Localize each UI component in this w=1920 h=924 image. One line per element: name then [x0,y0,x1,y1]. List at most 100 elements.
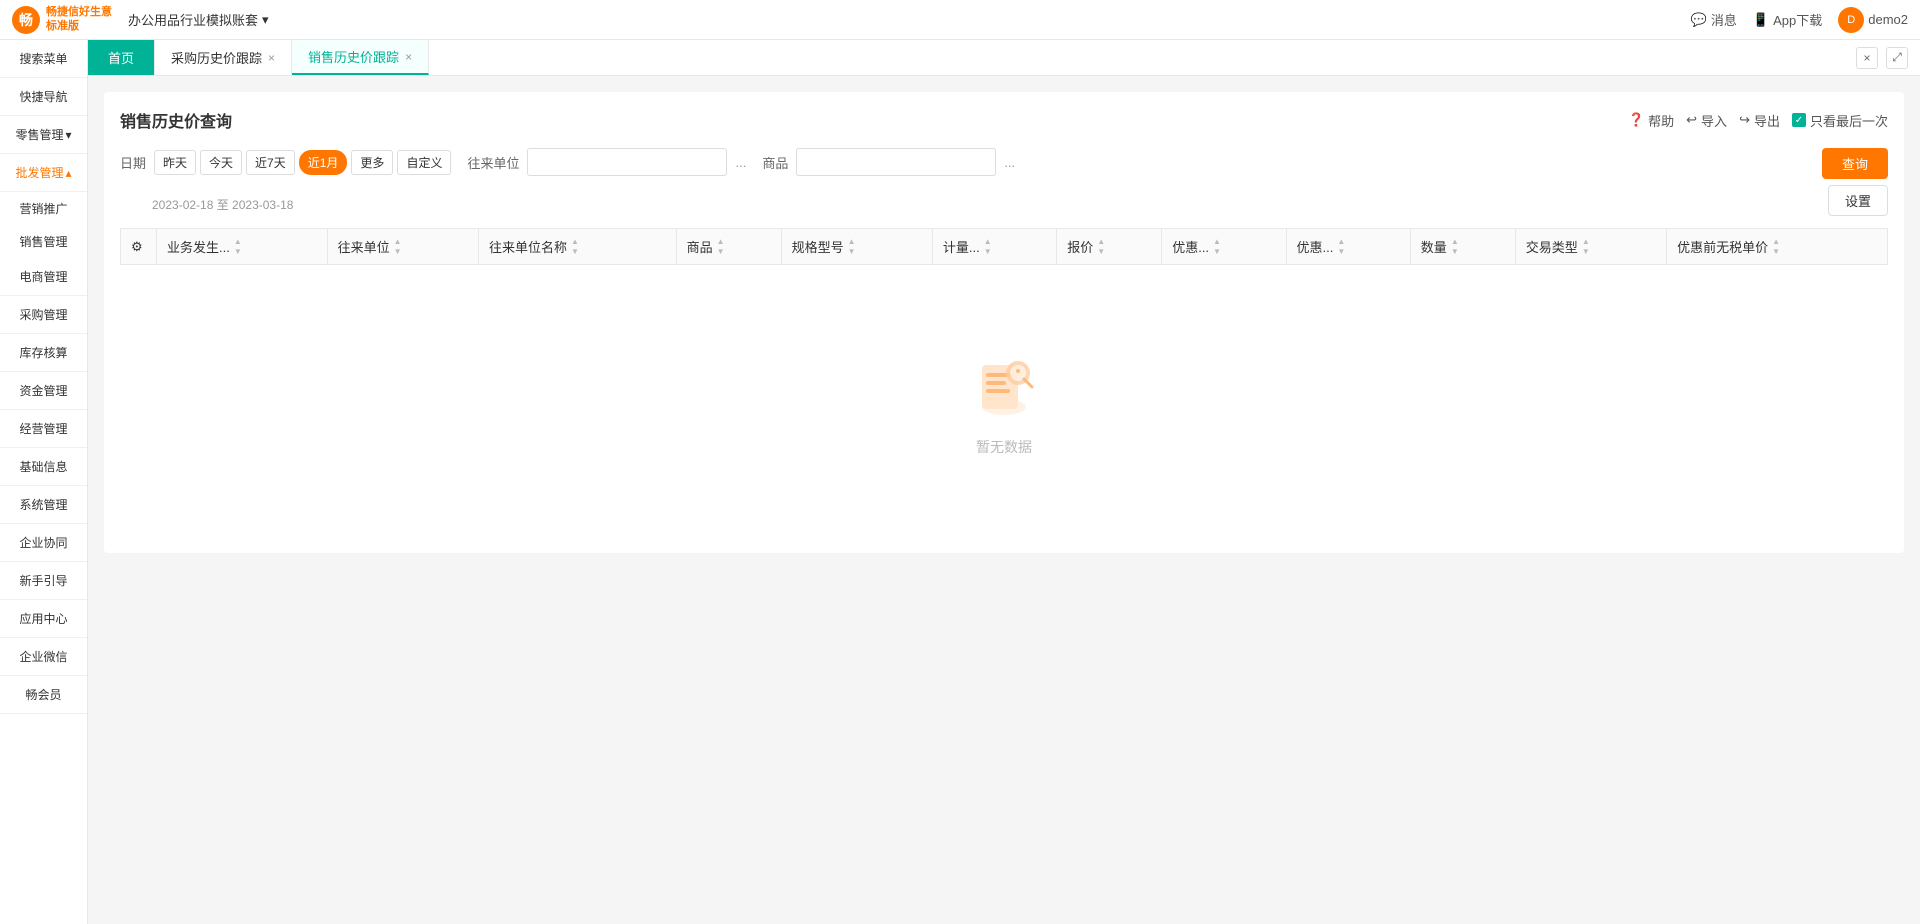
th-trade-type[interactable]: 交易类型 ▲▼ [1515,229,1666,265]
sidebar-item-purchase[interactable]: 采购管理 [0,296,87,334]
sidebar-item-label: 系统管理 [19,498,67,512]
th-discount1[interactable]: 优惠... ▲▼ [1162,229,1286,265]
date-btn-7days[interactable]: 近7天 [246,150,295,175]
header-right: 💬 消息 📱 App下载 D demo2 [1691,7,1908,33]
user-area[interactable]: D demo2 [1838,7,1908,33]
export-btn[interactable]: ↪ 导出 [1739,111,1780,130]
import-btn[interactable]: ↩ 导入 [1686,111,1727,130]
sort-arrows-icon: ▲▼ [1097,237,1105,256]
th-unit[interactable]: 计量... ▲▼ [932,229,1056,265]
date-btn-yesterday[interactable]: 昨天 [154,150,196,175]
page-content: 销售历史价查询 ❓ 帮助 ↩ 导入 ↪ 导出 [88,76,1920,924]
export-label: 导出 [1754,111,1780,130]
goods-dots-btn[interactable]: ... [1004,155,1015,170]
sidebar-item-label: 资金管理 [19,384,67,398]
sort-arrows-icon: ▲▼ [1451,237,1459,256]
th-quantity[interactable]: 数量 ▲▼ [1410,229,1515,265]
date-range-text: 2023-02-18 至 2023-03-18 [152,196,293,213]
sidebar-item-retail[interactable]: 零售管理 ▾ [0,116,87,154]
date-btn-today[interactable]: 今天 [200,150,242,175]
filters-main: 日期 昨天 今天 近7天 近1月 更多 自定义 [120,148,1806,213]
tab-home[interactable]: 首页 [88,40,155,75]
th-partner[interactable]: 往来单位 ▲▼ [327,229,478,265]
goods-input[interactable] [796,148,996,176]
table-header: ⚙ 业务发生... ▲▼ 往来 [121,229,1888,265]
sidebar-item-label: 经营管理 [19,422,67,436]
page-title: 销售历史价查询 [120,108,232,132]
sidebar-item-label: 应用中心 [19,612,67,626]
th-goods[interactable]: 商品 ▲▼ [676,229,781,265]
help-icon: ❓ [1628,112,1644,128]
sidebar-item-label: 库存核算 [19,346,67,360]
window-expand-btn[interactable]: ⤢ [1886,47,1908,69]
logo-area: 畅 畅捷信好生意 标准版 [12,6,112,34]
sort-arrows-icon: ▲▼ [717,237,725,256]
tab-sales-close[interactable]: × [405,50,412,64]
main-layout: 搜索菜单 快捷导航 零售管理 ▾ 批发管理 ▴ 营销推广 销售管理 电商管理 采… [0,40,1920,924]
th-partner-name[interactable]: 往来单位名称 ▲▼ [478,229,676,265]
only-last-checkbox-label[interactable]: ✓ 只看最后一次 [1792,111,1888,130]
sidebar-item-enterprise-wechat[interactable]: 企业微信 [0,638,87,676]
window-close-btn[interactable]: × [1856,47,1878,69]
date-buttons: 昨天 今天 近7天 近1月 更多 自定义 [154,150,451,175]
page-card: 销售历史价查询 ❓ 帮助 ↩ 导入 ↪ 导出 [104,92,1904,553]
partner-filter-label: 往来单位 [467,153,519,172]
avatar: D [1838,7,1864,33]
th-quote[interactable]: 报价 ▲▼ [1057,229,1162,265]
date-filter-group: 日期 昨天 今天 近7天 近1月 更多 自定义 [120,150,451,175]
partner-dots-btn[interactable]: ... [735,155,746,170]
sidebar-item-newbie-guide[interactable]: 新手引导 [0,562,87,600]
sidebar-item-app-center[interactable]: 应用中心 [0,600,87,638]
sidebar-item-ecommerce[interactable]: 电商管理 [0,258,87,296]
settings-button[interactable]: 设置 [1828,185,1888,216]
sidebar-item-label: 营销推广 [19,202,67,216]
sort-arrows-icon: ▲▼ [984,237,992,256]
tab-bar: 首页 采购历史价跟踪 × 销售历史价跟踪 × × ⤢ [88,40,1920,76]
th-spec[interactable]: 规格型号 ▲▼ [781,229,932,265]
date-btn-1month[interactable]: 近1月 [299,150,348,175]
settings-icon: ⚙ [131,239,143,254]
sidebar-item-quick-nav[interactable]: 快捷导航 [0,78,87,116]
sidebar-item-search[interactable]: 搜索菜单 [0,40,87,78]
date-btn-more[interactable]: 更多 [351,150,393,175]
workspace-label: 办公用品行业模拟账套 [128,10,258,29]
tab-purchase-history[interactable]: 采购历史价跟踪 × [155,40,292,75]
sidebar-item-sales-mgmt[interactable]: 销售管理 [0,225,87,258]
sidebar-item-operations[interactable]: 经营管理 [0,410,87,448]
workspace-dropdown[interactable]: 办公用品行业模拟账套 ▾ [120,6,277,33]
sidebar-item-basic-info[interactable]: 基础信息 [0,448,87,486]
goods-filter-group: 商品 ... [762,148,1015,176]
th-label: 优惠前无税单价 [1677,237,1768,256]
sidebar-item-system[interactable]: 系统管理 [0,486,87,524]
sidebar-item-inventory[interactable]: 库存核算 [0,334,87,372]
sidebar-item-vip[interactable]: 畅会员 [0,676,87,714]
query-button[interactable]: 查询 [1822,148,1888,179]
app-download-btn[interactable]: 📱 App下载 [1753,10,1822,29]
sidebar-item-label: 销售管理 [19,235,67,249]
th-discount2[interactable]: 优惠... ▲▼ [1286,229,1410,265]
sidebar-item-label: 搜索菜单 [19,52,67,66]
th-settings[interactable]: ⚙ [121,229,157,265]
help-btn[interactable]: ❓ 帮助 [1628,111,1674,130]
sidebar-item-marketing[interactable]: 营销推广 [0,192,87,225]
sort-arrows-icon: ▲▼ [848,237,856,256]
th-pretax-price[interactable]: 优惠前无税单价 ▲▼ [1667,229,1888,265]
partner-input[interactable] [527,148,727,176]
logo-icon: 畅 [12,6,40,34]
sidebar-item-enterprise-collab[interactable]: 企业协同 [0,524,87,562]
content-area: 首页 采购历史价跟踪 × 销售历史价跟踪 × × ⤢ 销售历史价查询 [88,40,1920,924]
tab-purchase-close[interactable]: × [268,51,275,65]
sidebar-item-label: 新手引导 [19,574,67,588]
th-business-date[interactable]: 业务发生... ▲▼ [157,229,328,265]
message-btn[interactable]: 💬 消息 [1691,10,1737,29]
logo-text: 畅捷信好生意 标准版 [46,6,112,32]
sidebar-item-wholesale[interactable]: 批发管理 ▴ [0,154,87,192]
tab-sales-history[interactable]: 销售历史价跟踪 × [292,40,429,75]
th-label: 计量... [943,237,980,256]
sidebar-item-finance[interactable]: 资金管理 [0,372,87,410]
help-label: 帮助 [1648,111,1674,130]
sort-arrows-icon: ▲▼ [1772,237,1780,256]
date-range-row: 2023-02-18 至 2023-03-18 [120,196,1806,213]
date-btn-custom[interactable]: 自定义 [397,150,451,175]
date-filter-row: 日期 昨天 今天 近7天 近1月 更多 自定义 [120,148,1806,176]
